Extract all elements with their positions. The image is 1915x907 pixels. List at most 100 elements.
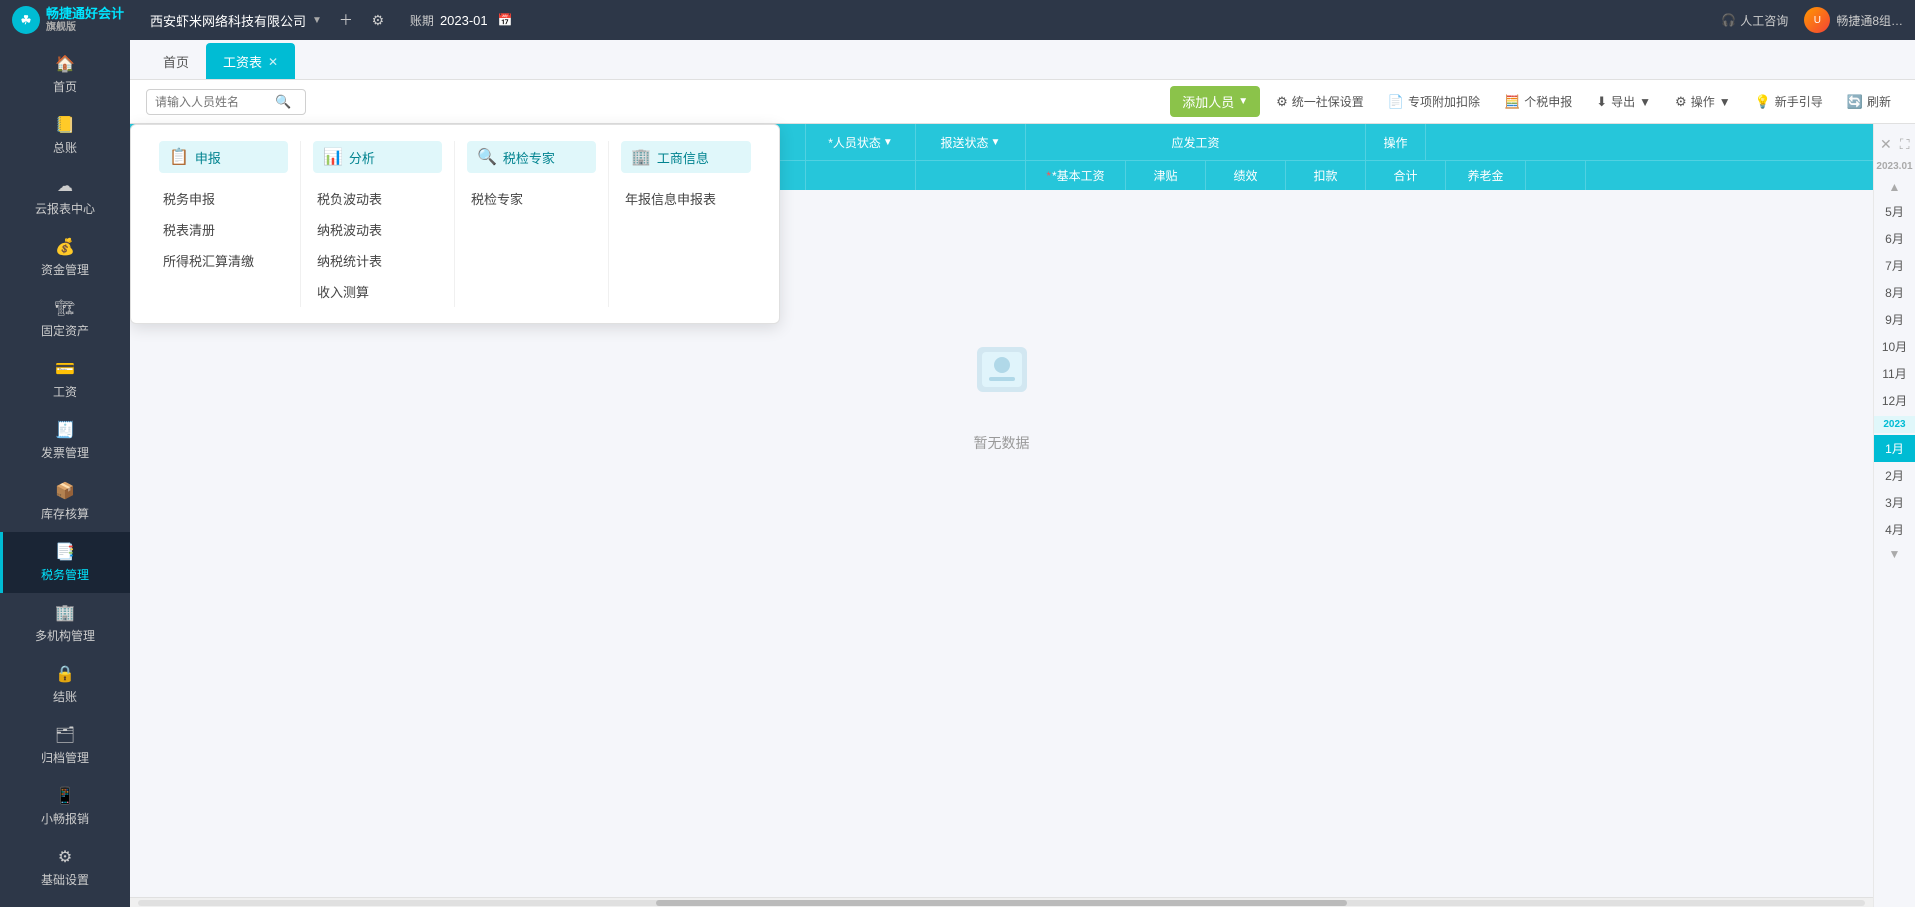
dm-item-annual-report[interactable]: 年报信息申报表 [621, 183, 751, 214]
time-panel-month-8[interactable]: 8月 [1874, 279, 1915, 306]
dm-item-tax-wave[interactable]: 纳税波动表 [313, 214, 442, 245]
shenba-icon: 📋 [169, 147, 189, 167]
sidebar-item-close[interactable]: 🔒 结账 [0, 654, 130, 715]
top-bar: ☘ 畅捷通好会计 旗舰版 西安虾米网络科技有限公司 ▼ ＋ ⚙ 账期 2023-… [0, 0, 1915, 40]
add-company-button[interactable]: ＋ [334, 8, 358, 32]
operation-button[interactable]: ⚙ 操作 ▼ [1667, 89, 1739, 114]
th-person-status[interactable]: *人员状态 ▼ [806, 124, 916, 160]
user-avatar: U [1804, 7, 1830, 33]
export-button[interactable]: ⬇ 导出 ▼ [1588, 89, 1659, 114]
th-allowance[interactable]: 津贴 [1126, 161, 1206, 190]
time-panel-scroll-down[interactable]: ▼ [1874, 543, 1915, 565]
sidebar-item-asset[interactable]: 🏗 固定资产 [0, 288, 130, 349]
search-wrap[interactable]: 🔍 [146, 89, 306, 115]
filter-send-status-icon[interactable]: ▼ [991, 137, 1001, 148]
time-panel-month-9[interactable]: 9月 [1874, 306, 1915, 333]
xiaochang-icon: 📱 [55, 786, 75, 806]
dm-item-tax-form[interactable]: 税表清册 [159, 214, 288, 245]
social-security-label: 统一社保设置 [1292, 93, 1364, 110]
sidebar-item-archive[interactable]: 🗂 归档管理 [0, 715, 130, 776]
tab-home[interactable]: 首页 [146, 43, 206, 79]
sidebar-item-tax[interactable]: 📑 税务管理 [0, 532, 130, 593]
basic-icon: ⚙ [58, 847, 72, 867]
sidebar-item-inventory[interactable]: 📦 库存核算 [0, 471, 130, 532]
time-panel-month-1[interactable]: 1月 [1874, 435, 1915, 462]
time-panel-month-10[interactable]: 10月 [1874, 333, 1915, 360]
th-send-status[interactable]: 报送状态 ▼ [916, 124, 1026, 160]
refresh-button[interactable]: 🔄 刷新 [1839, 89, 1899, 114]
time-panel-month-6[interactable]: 6月 [1874, 225, 1915, 252]
tax-report-button[interactable]: 🧮 个税申报 [1496, 89, 1580, 114]
filter-person-status-icon[interactable]: ▼ [883, 137, 893, 148]
dm-item-tax-burden[interactable]: 税负波动表 [313, 183, 442, 214]
sidebar-item-payroll[interactable]: 💳 工资 [0, 349, 130, 410]
support-button[interactable]: 🎧 人工咨询 [1721, 12, 1788, 29]
dm-header-analysis-label: 分析 [349, 148, 375, 167]
time-panel-month-4[interactable]: 4月 [1874, 516, 1915, 543]
scrollbar-track[interactable] [138, 900, 1865, 906]
scrollbar-thumb[interactable] [656, 900, 1347, 906]
th-deduction[interactable]: 扣款 [1286, 161, 1366, 190]
social-security-button[interactable]: ⚙ 统一社保设置 [1268, 89, 1372, 114]
th-base-salary[interactable]: * *基本工资 [1026, 161, 1126, 190]
sidebar-item-newguide[interactable]: ✨ 新手引导 [0, 898, 130, 907]
sidebar-item-basic[interactable]: ⚙ 基础设置 [0, 837, 130, 898]
user-info[interactable]: U 畅捷通8组… [1804, 7, 1903, 33]
archive-icon: 🗂 [55, 725, 75, 745]
dm-section-tax-expert: 🔍 税检专家 税检专家 [455, 141, 609, 307]
sidebar: 🏠 首页 📒 总账 ☁ 云报表中心 💰 资金管理 🏗 固定资产 💳 工资 🧾 发… [0, 40, 130, 907]
th-total[interactable]: 合计 [1366, 161, 1446, 190]
company-selector[interactable]: 西安虾米网络科技有限公司 ▼ [150, 11, 322, 30]
inventory-icon: 📦 [55, 481, 75, 501]
horizontal-scrollbar[interactable] [130, 897, 1873, 907]
dm-header-shenba: 📋 申报 [159, 141, 288, 173]
export-label: 导出 [1611, 93, 1635, 110]
tab-payroll-label: 工资表 [223, 52, 262, 71]
sidebar-item-home[interactable]: 🏠 首页 [0, 44, 130, 105]
settings-button[interactable]: ⚙ [366, 8, 390, 32]
sidebar-item-ledger[interactable]: 📒 总账 [0, 105, 130, 166]
time-panel-scroll-up[interactable]: ▲ [1874, 176, 1915, 198]
dm-header-biz-info: 🏢 工商信息 [621, 141, 751, 173]
invoice-icon: 🧾 [55, 420, 75, 440]
headset-icon: 🎧 [1721, 13, 1736, 27]
dm-header-biz-info-label: 工商信息 [657, 148, 709, 167]
sidebar-item-cloud-report[interactable]: ☁ 云报表中心 [0, 166, 130, 227]
sidebar-item-xiaochang[interactable]: 📱 小畅报销 [0, 776, 130, 837]
empty-illustration [962, 327, 1042, 421]
guide-button[interactable]: 💡 新手引导 [1747, 89, 1831, 114]
dm-item-tax-declare[interactable]: 税务申报 [159, 183, 288, 214]
logo-sub: 旗舰版 [46, 22, 124, 34]
sidebar-item-fund[interactable]: 💰 资金管理 [0, 227, 130, 288]
tab-close-icon[interactable]: ✕ [268, 55, 278, 69]
user-label: 畅捷通8组… [1836, 12, 1903, 29]
special-deduct-button[interactable]: 📄 专项附加扣除 [1380, 89, 1488, 114]
th-performance[interactable]: 绩效 [1206, 161, 1286, 190]
th-pension[interactable]: 养老金 [1446, 161, 1526, 190]
tab-payroll[interactable]: 工资表 ✕ [206, 43, 295, 79]
cloud-icon: ☁ [57, 176, 73, 196]
search-input[interactable] [155, 95, 275, 109]
time-panel-month-12[interactable]: 12月 [1874, 387, 1915, 414]
add-person-button[interactable]: 添加人员 ▼ [1170, 86, 1260, 117]
sidebar-item-invoice[interactable]: 🧾 发票管理 [0, 410, 130, 471]
sidebar-item-multiorg[interactable]: 🏢 多机构管理 [0, 593, 130, 654]
time-panel-month-7[interactable]: 7月 [1874, 252, 1915, 279]
dm-item-income-calc[interactable]: 收入测算 [313, 276, 442, 307]
support-label: 人工咨询 [1740, 12, 1788, 29]
time-panel-month-5[interactable]: 5月 [1874, 198, 1915, 225]
period-label: 账期 [410, 12, 434, 29]
dm-item-tax-calc[interactable]: 所得税汇算清缴 [159, 245, 288, 276]
th-sub-blank8 [806, 161, 916, 190]
close-panel-button[interactable]: ✕ [1876, 132, 1896, 157]
maximize-panel-button[interactable]: ⛶ [1896, 132, 1914, 157]
dm-item-tax-expert[interactable]: 税检专家 [467, 183, 596, 214]
th-action: 操作 [1366, 124, 1426, 160]
calendar-icon[interactable]: 📅 [498, 13, 513, 27]
time-panel-month-3[interactable]: 3月 [1874, 489, 1915, 516]
chevron-down-icon: ▼ [312, 15, 322, 26]
dm-item-tax-stats[interactable]: 纳税统计表 [313, 245, 442, 276]
time-panel-month-2[interactable]: 2月 [1874, 462, 1915, 489]
biz-info-icon: 🏢 [631, 147, 651, 167]
time-panel-month-11[interactable]: 11月 [1874, 360, 1915, 387]
